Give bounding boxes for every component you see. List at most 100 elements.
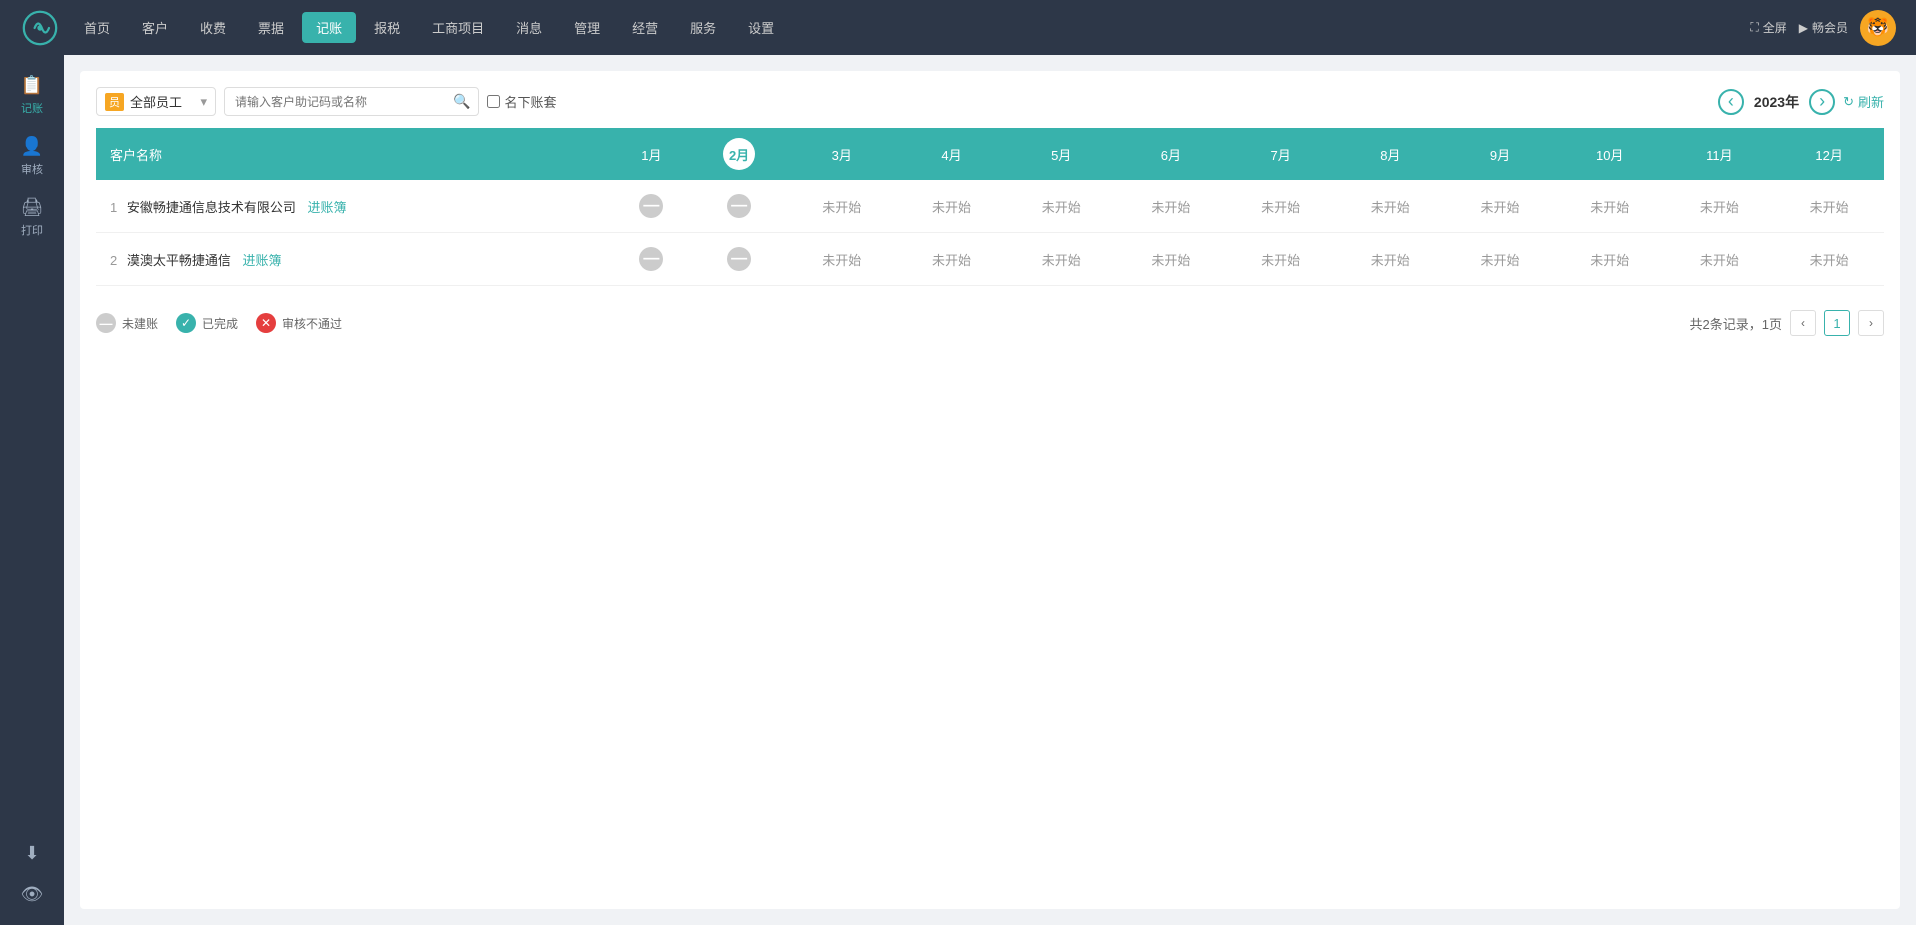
nav-home[interactable]: 首页 — [70, 12, 124, 43]
sidebar-item-accounting[interactable]: 📋 记账 — [0, 65, 64, 126]
nav-operations[interactable]: 经营 — [618, 12, 672, 43]
row1-enter-link[interactable]: 进账簿 — [308, 200, 347, 215]
download-icon: ⬇ — [24, 843, 39, 864]
row2-num: 2 — [110, 253, 117, 268]
sidebar: 📋 记账 👤 审核 🖨 打印 ⬇ 👁 — [0, 55, 64, 925]
row2-m6: 未开始 — [1116, 233, 1226, 286]
col-header-m8: 8月 — [1335, 128, 1445, 180]
avatar[interactable]: 🐯 — [1860, 10, 1896, 46]
sidebar-item-print[interactable]: 🖨 打印 — [0, 187, 64, 248]
nav-management[interactable]: 管理 — [560, 12, 614, 43]
legend-not-created: — 未建账 — [96, 313, 158, 333]
nav-business[interactable]: 工商项目 — [418, 12, 498, 43]
employee-select-label: 全部员工 — [130, 92, 182, 111]
table-row: 2 漠澳太平畅捷通信 进账簿 — — 未开始 未开始 未开始 — [96, 233, 1884, 286]
row1-m7-status: 未开始 — [1261, 200, 1300, 215]
legend-teal-icon: ✓ — [176, 313, 196, 333]
vip-icon: ▶ — [1799, 21, 1808, 35]
nav-billing[interactable]: 收费 — [186, 12, 240, 43]
print-icon: 🖨 — [21, 197, 44, 218]
row1-m3-status: 未开始 — [822, 200, 861, 215]
refresh-button[interactable]: ↻ 刷新 — [1843, 92, 1884, 111]
next-year-button[interactable]: › — [1809, 89, 1835, 115]
row2-enter-link[interactable]: 进账簿 — [243, 253, 282, 268]
sidebar-label-review: 审核 — [21, 161, 43, 177]
row2-company: 漠澳太平畅捷通信 — [127, 253, 231, 268]
row2-m6-status: 未开始 — [1151, 253, 1190, 268]
refresh-label: 刷新 — [1858, 92, 1884, 111]
row1-m6: 未开始 — [1116, 180, 1226, 233]
sidebar-bottom: ⬇ 👁 — [0, 833, 64, 925]
search-button[interactable]: 🔍 — [445, 88, 478, 115]
row2-m5-status: 未开始 — [1042, 253, 1081, 268]
row1-m11: 未开始 — [1665, 180, 1775, 233]
row2-m9-status: 未开始 — [1481, 253, 1520, 268]
prev-year-button[interactable]: ‹ — [1718, 89, 1744, 115]
table-wrapper: 客户名称 1月 2月 3月 4月 5月 6月 7月 8月 9月 10月 11月 — [96, 128, 1884, 286]
search-input[interactable] — [225, 90, 445, 114]
row2-m5: 未开始 — [1006, 233, 1116, 286]
row1-m10-status: 未开始 — [1590, 200, 1629, 215]
row2-m12: 未开始 — [1774, 233, 1884, 286]
nav-invoice[interactable]: 票据 — [244, 12, 298, 43]
logo — [10, 10, 70, 46]
row2-m8-status: 未开始 — [1371, 253, 1410, 268]
row2-m10: 未开始 — [1555, 233, 1665, 286]
row2-m1: — — [611, 233, 691, 286]
nav-settings[interactable]: 设置 — [734, 12, 788, 43]
sidebar-label-print: 打印 — [21, 222, 43, 238]
row2-m8: 未开始 — [1335, 233, 1445, 286]
nav-message[interactable]: 消息 — [502, 12, 556, 43]
col-header-m4: 4月 — [897, 128, 1007, 180]
row2-m2: — — [691, 233, 787, 286]
legend-red-icon: ✕ — [256, 313, 276, 333]
row1-m12: 未开始 — [1774, 180, 1884, 233]
vip-label: 畅会员 — [1812, 19, 1848, 36]
nav-accounting[interactable]: 记账 — [302, 12, 356, 43]
row2-m4-status: 未开始 — [932, 253, 971, 268]
fullscreen-label: 全屏 — [1763, 19, 1787, 36]
nav-customer[interactable]: 客户 — [128, 12, 182, 43]
row1-company: 安徽畅捷通信息技术有限公司 — [127, 200, 296, 215]
fullscreen-icon: ⛶ — [1750, 20, 1758, 35]
vip-button[interactable]: ▶ 畅会员 — [1799, 19, 1848, 36]
prev-page-button[interactable]: ‹ — [1790, 310, 1816, 336]
col-header-m12: 12月 — [1774, 128, 1884, 180]
row1-m2-status: — — [727, 194, 751, 218]
sidebar-item-review[interactable]: 👤 审核 — [0, 126, 64, 187]
page-info: 共2条记录，1页 — [1690, 314, 1782, 333]
search-box: 🔍 — [224, 87, 479, 116]
col-header-m5: 5月 — [1006, 128, 1116, 180]
col-header-m3: 3月 — [787, 128, 897, 180]
sidebar-item-view[interactable]: 👁 — [0, 874, 64, 915]
row2-m3: 未开始 — [787, 233, 897, 286]
table-head: 客户名称 1月 2月 3月 4月 5月 6月 7月 8月 9月 10月 11月 — [96, 128, 1884, 180]
col-header-name: 客户名称 — [96, 128, 611, 180]
legend-rejected: ✕ 审核不通过 — [256, 313, 342, 333]
checkbox-accounts[interactable] — [487, 95, 500, 108]
top-nav: 首页 客户 收费 票据 记账 报税 工商项目 消息 管理 经营 服务 设置 ⛶ … — [0, 0, 1916, 55]
row2-m11: 未开始 — [1665, 233, 1775, 286]
row2-m11-status: 未开始 — [1700, 253, 1739, 268]
fullscreen-button[interactable]: ⛶ 全屏 — [1750, 19, 1786, 36]
row1-m5-status: 未开始 — [1042, 200, 1081, 215]
row1-m7: 未开始 — [1226, 180, 1336, 233]
nav-service[interactable]: 服务 — [676, 12, 730, 43]
nav-tax[interactable]: 报税 — [360, 12, 414, 43]
data-table: 客户名称 1月 2月 3月 4月 5月 6月 7月 8月 9月 10月 11月 — [96, 128, 1884, 286]
checkbox-label[interactable]: 名下账套 — [487, 92, 556, 111]
table-row: 1 安徽畅捷通信息技术有限公司 进账簿 — — 未开始 未开始 未开始 — [96, 180, 1884, 233]
legend-gray-icon: — — [96, 313, 116, 333]
chevron-down-icon: ▾ — [200, 94, 207, 110]
row1-m8-status: 未开始 — [1371, 200, 1410, 215]
row1-m8: 未开始 — [1335, 180, 1445, 233]
legend-not-created-label: 未建账 — [122, 315, 158, 332]
sidebar-item-download[interactable]: ⬇ — [0, 833, 64, 874]
legend-completed: ✓ 已完成 — [176, 313, 238, 333]
row2-m3-status: 未开始 — [822, 253, 861, 268]
accounting-icon: 📋 — [21, 75, 43, 96]
col-header-m7: 7月 — [1226, 128, 1336, 180]
row1-m1: — — [611, 180, 691, 233]
next-page-button[interactable]: › — [1858, 310, 1884, 336]
employee-select[interactable]: 员 全部员工 ▾ — [96, 87, 216, 116]
